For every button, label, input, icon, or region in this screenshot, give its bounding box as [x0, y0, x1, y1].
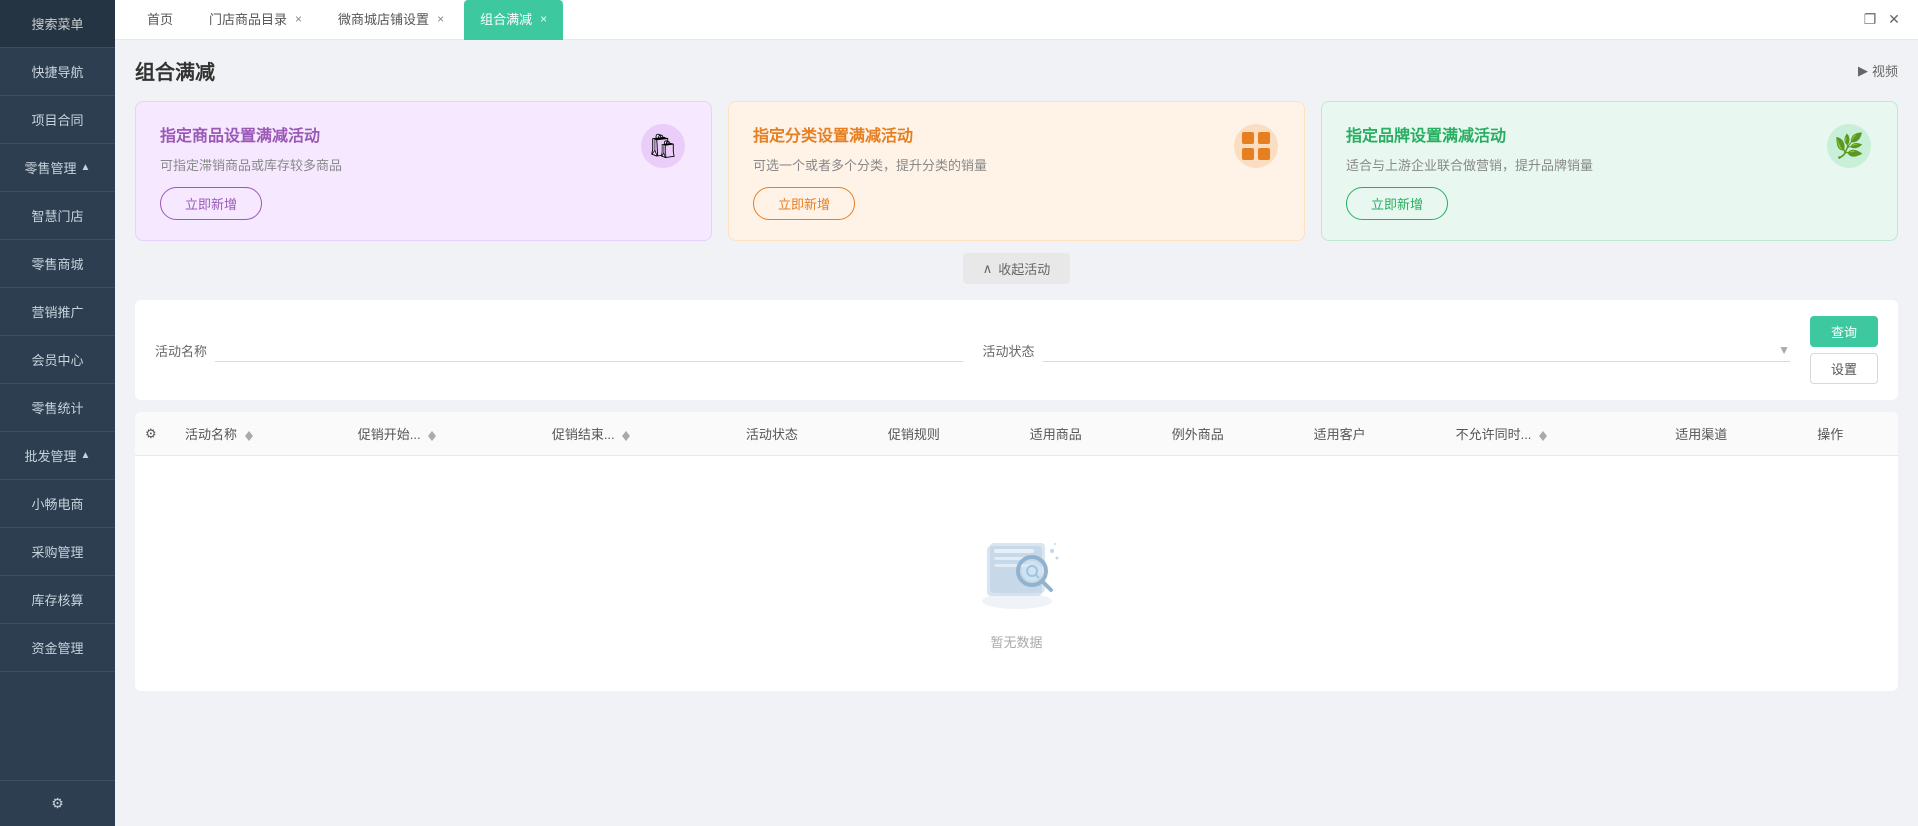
sort-icon: [245, 431, 253, 441]
sidebar-settings[interactable]: ⚙: [0, 780, 115, 826]
filter-row: 活动名称 活动状态 ▼ 查询 设置: [135, 300, 1898, 400]
table-col-applicable-goods: 适用商品: [1020, 412, 1162, 456]
activity-name-input[interactable]: [215, 338, 962, 362]
tab-combo-promo[interactable]: 组合满减 ×: [464, 0, 563, 40]
sidebar-item-fund-mgmt[interactable]: 资金管理: [0, 624, 115, 672]
sidebar: 搜索菜单 快捷导航 项目合同 零售管理 ▲ 智慧门店 零售商城 营销推广 会员中…: [0, 0, 115, 826]
table-col-activity-name[interactable]: 活动名称: [175, 412, 348, 456]
filter-activity-status-label: 活动状态: [983, 341, 1035, 360]
restore-button[interactable]: ❐: [1862, 12, 1878, 28]
card-brand-add-button[interactable]: 立即新增: [1346, 187, 1448, 220]
card-brand: 指定品牌设置满减活动 适合与上游企业联合做营销，提升品牌销量 🌿 立即新增: [1321, 101, 1898, 241]
query-button[interactable]: 查询: [1810, 316, 1878, 347]
card-product-desc: 可指定滞销商品或库存较多商品: [160, 156, 687, 176]
sidebar-item-wholesale-mgmt[interactable]: 批发管理 ▲: [0, 432, 115, 480]
table-col-promo-rule: 促销规则: [878, 412, 1020, 456]
table-col-operation: 操作: [1807, 412, 1898, 456]
video-link[interactable]: ▶ 视频: [1858, 61, 1898, 80]
tab-wechat-store-settings[interactable]: 微商城店铺设置 ×: [322, 0, 460, 40]
tab-store-catalog[interactable]: 门店商品目录 ×: [193, 0, 318, 40]
settings-button[interactable]: 设置: [1810, 353, 1878, 384]
table-col-gear[interactable]: ⚙: [135, 412, 175, 456]
gear-col-icon: ⚙: [145, 426, 157, 441]
table-col-activity-status: 活动状态: [736, 412, 878, 456]
card-category-desc: 可选一个或者多个分类，提升分类的销量: [753, 156, 1280, 176]
table-col-promo-start[interactable]: 促销开始...: [348, 412, 542, 456]
card-category-icon: [1232, 122, 1280, 178]
sort-icon3: [622, 431, 630, 441]
page-body: 组合满减 ▶ 视频 指定商品设置满减活动 可指定滞销商品或库存较多商品 🛍 立即…: [115, 40, 1918, 826]
sidebar-item-retail-mall[interactable]: 零售商城: [0, 240, 115, 288]
table-col-promo-end[interactable]: 促销结束...: [542, 412, 736, 456]
table-col-applicable-channel: 适用渠道: [1665, 412, 1807, 456]
collapse-button[interactable]: ∧ 收起活动: [963, 253, 1071, 284]
card-brand-icon: 🌿: [1825, 122, 1873, 178]
tabbar: 首页 门店商品目录 × 微商城店铺设置 × 组合满减 × ❐ ✕: [115, 0, 1918, 40]
table-col-exception-goods: 例外商品: [1162, 412, 1304, 456]
sidebar-item-marketing[interactable]: 营销推广: [0, 288, 115, 336]
card-category: 指定分类设置满减活动 可选一个或者多个分类，提升分类的销量 立即新增: [728, 101, 1305, 241]
card-brand-desc: 适合与上游企业联合做营销，提升品牌销量: [1346, 156, 1873, 176]
sort-icon4: [1539, 431, 1547, 441]
card-category-title: 指定分类设置满减活动: [753, 122, 1280, 146]
window-controls: ❐ ✕: [1862, 12, 1902, 28]
empty-state: 暂无数据: [135, 456, 1898, 691]
close-button[interactable]: ✕: [1886, 12, 1902, 28]
data-table: ⚙ 活动名称 促销开始...: [135, 412, 1898, 691]
card-product-title: 指定商品设置满减活动: [160, 122, 687, 146]
page-header: 组合满减 ▶ 视频: [135, 56, 1898, 85]
empty-illustration: [967, 516, 1067, 616]
sidebar-item-xiochang-ecom[interactable]: 小畅电商: [0, 480, 115, 528]
sidebar-item-smart-store[interactable]: 智慧门店: [0, 192, 115, 240]
close-tab-store-catalog[interactable]: ×: [295, 12, 302, 26]
card-brand-title: 指定品牌设置满减活动: [1346, 122, 1873, 146]
sidebar-item-inventory-calc[interactable]: 库存核算: [0, 576, 115, 624]
cards-row: 指定商品设置满减活动 可指定滞销商品或库存较多商品 🛍 立即新增 指定分类设置满…: [135, 101, 1898, 241]
chevron-down-icon: ▼: [1778, 343, 1790, 357]
filter-actions: 查询 设置: [1810, 316, 1878, 384]
svg-text:🌿: 🌿: [1834, 132, 1864, 160]
empty-text: 暂无数据: [990, 632, 1042, 651]
card-category-add-button[interactable]: 立即新增: [753, 187, 855, 220]
filter-activity-name-label: 活动名称: [155, 341, 207, 360]
sidebar-item-quick-nav[interactable]: 快捷导航: [0, 48, 115, 96]
card-product: 指定商品设置满减活动 可指定滞销商品或库存较多商品 🛍 立即新增: [135, 101, 712, 241]
filter-activity-status: 活动状态 ▼: [983, 339, 1791, 362]
sort-icon2: [428, 431, 436, 441]
close-tab-wechat-store-settings[interactable]: ×: [437, 12, 444, 26]
main-content: 首页 门店商品目录 × 微商城店铺设置 × 组合满减 × ❐ ✕ 组合满减 ▶ …: [115, 0, 1918, 826]
table-col-no-concurrent[interactable]: 不允许同时...: [1446, 412, 1666, 456]
filter-activity-name: 活动名称: [155, 338, 963, 362]
sidebar-item-purchase-mgmt[interactable]: 采购管理: [0, 528, 115, 576]
svg-text:🛍: 🛍: [648, 133, 678, 160]
sidebar-item-retail-stats[interactable]: 零售统计: [0, 384, 115, 432]
card-product-add-button[interactable]: 立即新增: [160, 187, 262, 220]
sidebar-item-retail-mgmt[interactable]: 零售管理 ▲: [0, 144, 115, 192]
page-title: 组合满减: [135, 56, 215, 85]
sidebar-item-member-center[interactable]: 会员中心: [0, 336, 115, 384]
table-col-applicable-customer: 适用客户: [1304, 412, 1446, 456]
collapse-bar: ∧ 收起活动: [135, 253, 1898, 284]
collapse-icon: ∧: [983, 261, 993, 277]
tab-home[interactable]: 首页: [131, 0, 189, 40]
activity-status-select[interactable]: ▼: [1043, 339, 1790, 362]
gear-icon: ⚙: [51, 795, 64, 811]
sidebar-item-project-contract[interactable]: 项目合同: [0, 96, 115, 144]
close-tab-combo-promo[interactable]: ×: [540, 12, 547, 26]
expand-arrow-icon: ▲: [81, 162, 91, 173]
expand-arrow-icon2: ▲: [81, 450, 91, 461]
table-container: ⚙ 活动名称 促销开始...: [135, 412, 1898, 691]
play-circle-icon: ▶: [1858, 63, 1868, 79]
sidebar-search[interactable]: 搜索菜单: [0, 0, 115, 48]
card-product-icon: 🛍: [639, 122, 687, 178]
